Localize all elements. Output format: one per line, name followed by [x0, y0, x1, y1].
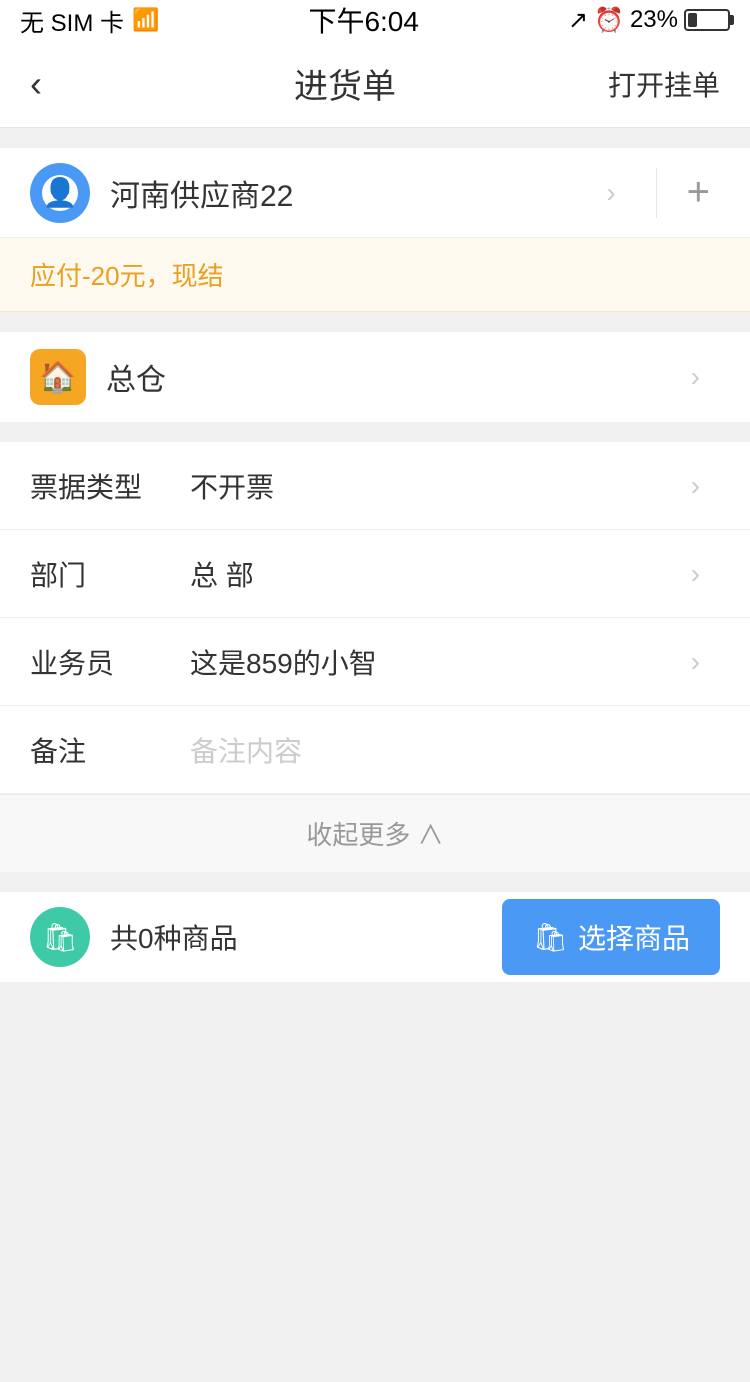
- nav-bar: ‹ 进货单 打开挂单: [0, 40, 750, 128]
- bottom-bar: 🛍 共0种商品 🛍 选择商品: [0, 892, 750, 982]
- product-icon-wrap: 🛍: [30, 907, 90, 967]
- department-label: 部门: [30, 554, 170, 594]
- house-icon: 🏠: [39, 360, 76, 395]
- warehouse-icon: 🏠: [30, 349, 86, 405]
- remark-input[interactable]: 备注内容: [170, 730, 720, 770]
- notice-row: 应付-20元，现结: [0, 238, 750, 312]
- status-right: ↗ ⏰ 23%: [568, 6, 730, 35]
- supplier-vertical-divider: [656, 168, 657, 218]
- warehouse-row[interactable]: 🏠 总仓 ›: [0, 332, 750, 422]
- status-left: 无 SIM 卡 📶: [20, 3, 159, 38]
- select-product-icon: 🛍: [532, 921, 568, 954]
- back-button[interactable]: ‹: [30, 63, 90, 105]
- product-count: 共0种商品: [110, 917, 502, 957]
- cart-icon: 🛍: [42, 921, 78, 954]
- department-chevron-icon: ›: [691, 558, 700, 590]
- supplier-name: 河南供应商22: [110, 171, 606, 215]
- collapse-row[interactable]: 收起更多 ∧: [0, 794, 750, 872]
- alarm-icon: ⏰: [594, 6, 624, 35]
- warehouse-chevron-icon: ›: [691, 361, 700, 393]
- open-pending-button[interactable]: 打开挂单: [600, 64, 720, 104]
- status-time: 下午6:04: [308, 0, 419, 40]
- supplier-row[interactable]: 👤 河南供应商22 › +: [0, 148, 750, 238]
- invoice-type-label: 票据类型: [30, 466, 170, 506]
- salesperson-label: 业务员: [30, 642, 170, 682]
- department-row[interactable]: 部门 总 部 ›: [0, 530, 750, 618]
- salesperson-row[interactable]: 业务员 这是859的小智 ›: [0, 618, 750, 706]
- wifi-icon: 📶: [132, 7, 159, 33]
- supplier-chevron-icon: ›: [606, 177, 615, 209]
- invoice-type-row[interactable]: 票据类型 不开票 ›: [0, 442, 750, 530]
- carrier-text: 无 SIM 卡: [20, 3, 124, 38]
- add-supplier-button[interactable]: +: [677, 170, 720, 215]
- department-value: 总 部: [170, 554, 691, 594]
- salesperson-value: 这是859的小智: [170, 642, 691, 682]
- salesperson-chevron-icon: ›: [691, 646, 700, 678]
- status-bar: 无 SIM 卡 📶 下午6:04 ↗ ⏰ 23%: [0, 0, 750, 40]
- select-product-label: 选择商品: [578, 917, 690, 957]
- remark-row[interactable]: 备注 备注内容: [0, 706, 750, 794]
- section-divider-1: [0, 128, 750, 148]
- location-icon: ↗: [568, 6, 588, 35]
- person-icon: 👤: [43, 176, 78, 209]
- battery-icon: [684, 9, 730, 31]
- notice-text: 应付-20元，现结: [30, 261, 224, 291]
- form-section: 票据类型 不开票 › 部门 总 部 › 业务员 这是859的小智 › 备注 备注…: [0, 442, 750, 794]
- battery-percent: 23%: [630, 6, 678, 34]
- invoice-type-chevron-icon: ›: [691, 470, 700, 502]
- remark-label: 备注: [30, 730, 170, 770]
- supplier-avatar: 👤: [30, 163, 90, 223]
- warehouse-name: 总仓: [106, 355, 691, 399]
- select-product-button[interactable]: 🛍 选择商品: [502, 899, 720, 975]
- page-title: 进货单: [90, 59, 600, 108]
- collapse-label: 收起更多 ∧: [306, 815, 443, 852]
- invoice-type-value: 不开票: [170, 466, 691, 506]
- content-area: [0, 982, 750, 1382]
